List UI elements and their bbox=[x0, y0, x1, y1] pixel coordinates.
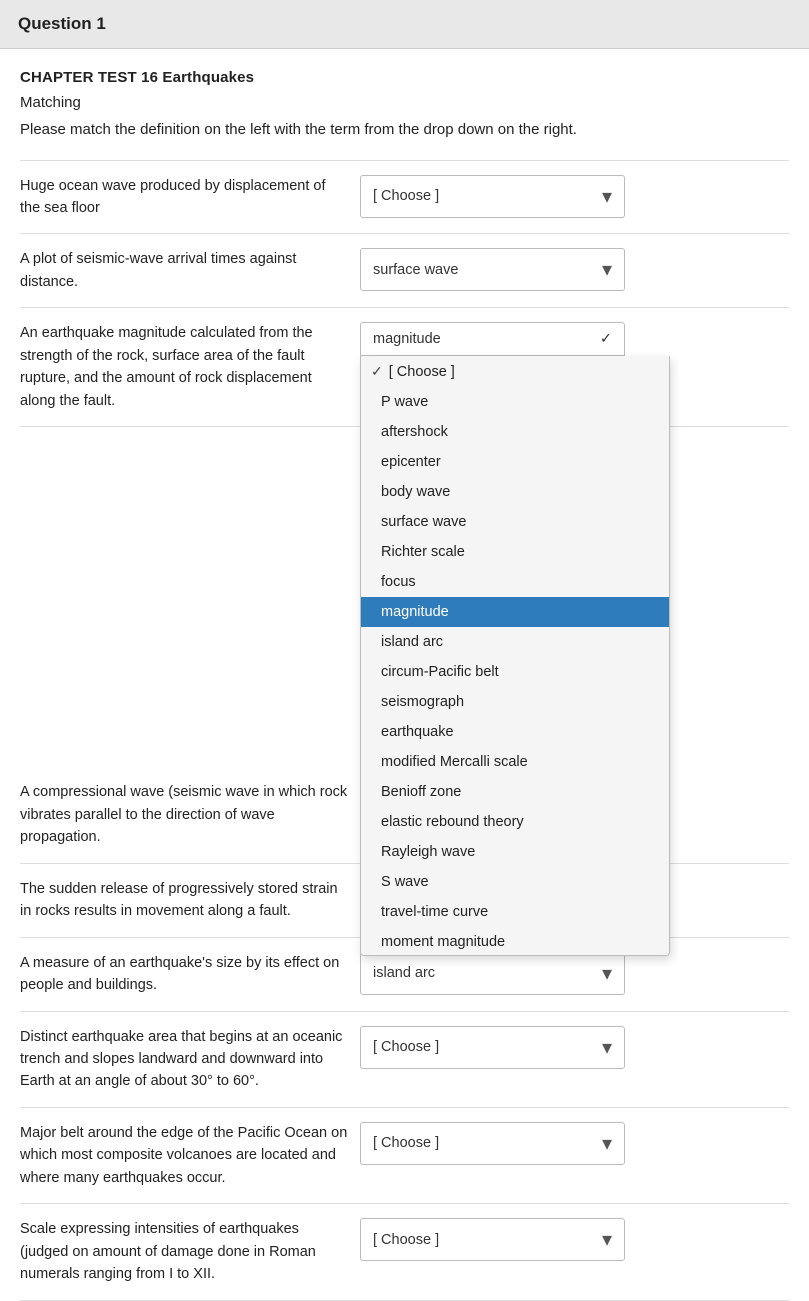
dropdown-7-value: [ Choose ] bbox=[373, 1039, 439, 1055]
question-header: Question 1 bbox=[0, 0, 809, 49]
dl-item-label: travel-time curve bbox=[381, 904, 488, 920]
dl-item-moment[interactable]: moment magnitude bbox=[361, 927, 669, 956]
match-row-7: Distinct earthquake area that begins at … bbox=[20, 1012, 789, 1108]
dl-item-label: seismograph bbox=[381, 694, 464, 710]
dl-item-seismograph[interactable]: seismograph bbox=[361, 687, 669, 717]
dl-item-bodywave[interactable]: body wave bbox=[361, 477, 669, 507]
dl-item-mercalli[interactable]: modified Mercalli scale bbox=[361, 747, 669, 777]
dl-item-label: Rayleigh wave bbox=[381, 844, 475, 860]
dropdown-2-value: surface wave bbox=[373, 262, 458, 278]
select-wrapper-6: island arc ▾ bbox=[360, 952, 789, 995]
select-wrapper-7: [ Choose ] ▾ bbox=[360, 1026, 789, 1069]
definition-3: An earthquake magnitude calculated from … bbox=[20, 322, 360, 412]
dl-item-elastic[interactable]: elastic rebound theory bbox=[361, 807, 669, 837]
chevron-down-icon-7: ▾ bbox=[602, 1035, 612, 1060]
select-wrapper-9: [ Choose ] ▾ bbox=[360, 1218, 789, 1261]
definition-5: The sudden release of progressively stor… bbox=[20, 878, 360, 923]
dl-item-earthquake[interactable]: earthquake bbox=[361, 717, 669, 747]
check-icon: ✓ bbox=[371, 363, 383, 380]
select-wrapper-1: [ Choose ] ▾ bbox=[360, 175, 789, 218]
dl-item-surfacewave[interactable]: surface wave bbox=[361, 507, 669, 537]
match-row-3: An earthquake magnitude calculated from … bbox=[20, 308, 789, 427]
dropdown-3-btn[interactable]: magnitude ✓ bbox=[360, 322, 625, 356]
dropdown-2[interactable]: surface wave ▾ bbox=[360, 248, 625, 291]
dl-item-label: moment magnitude bbox=[381, 934, 505, 950]
dl-item-focus[interactable]: focus bbox=[361, 567, 669, 597]
dropdown-6[interactable]: island arc ▾ bbox=[360, 952, 625, 995]
dropdown-9[interactable]: [ Choose ] ▾ bbox=[360, 1218, 625, 1261]
dl-item-label: aftershock bbox=[381, 424, 448, 440]
match-row-9: Scale expressing intensities of earthqua… bbox=[20, 1204, 789, 1300]
definition-6: A measure of an earthquake's size by its… bbox=[20, 952, 360, 997]
dl-item-islandarc[interactable]: island arc bbox=[361, 627, 669, 657]
dl-item-aftershock[interactable]: aftershock bbox=[361, 417, 669, 447]
dropdown-6-value: island arc bbox=[373, 965, 435, 981]
dl-item-richter[interactable]: Richter scale bbox=[361, 537, 669, 567]
dl-item-label: surface wave bbox=[381, 514, 466, 530]
dl-item-label: Benioff zone bbox=[381, 784, 461, 800]
chapter-title: CHAPTER TEST 16 Earthquakes bbox=[20, 69, 789, 86]
dropdown-8[interactable]: [ Choose ] ▾ bbox=[360, 1122, 625, 1165]
dl-item-label: [ Choose ] bbox=[389, 364, 455, 380]
chevron-down-icon-3: ✓ bbox=[600, 331, 612, 347]
definition-4: A compressional wave (seismic wave in wh… bbox=[20, 781, 360, 848]
dl-item-label: magnitude bbox=[381, 604, 449, 620]
chevron-down-icon: ▾ bbox=[602, 184, 612, 209]
dl-item-rayleigh[interactable]: Rayleigh wave bbox=[361, 837, 669, 867]
definition-2: A plot of seismic-wave arrival times aga… bbox=[20, 248, 360, 293]
dl-item-traveltime[interactable]: travel-time curve bbox=[361, 897, 669, 927]
dl-item-label: earthquake bbox=[381, 724, 454, 740]
dl-item-label: island arc bbox=[381, 634, 443, 650]
chevron-down-icon-2: ▾ bbox=[602, 257, 612, 282]
instructions: Please match the definition on the left … bbox=[20, 119, 789, 142]
dl-item-label: P wave bbox=[381, 394, 428, 410]
dropdown-3-value: magnitude bbox=[373, 331, 441, 347]
chevron-down-icon-6: ▾ bbox=[602, 961, 612, 986]
match-row-8: Major belt around the edge of the Pacifi… bbox=[20, 1108, 789, 1204]
chevron-down-icon-9: ▾ bbox=[602, 1227, 612, 1252]
dropdown-3-list: ✓ [ Choose ] P wave aftershock epicenter… bbox=[360, 356, 670, 956]
definition-1: Huge ocean wave produced by displacement… bbox=[20, 175, 360, 220]
dropdown-1[interactable]: [ Choose ] ▾ bbox=[360, 175, 625, 218]
dl-item-label: elastic rebound theory bbox=[381, 814, 524, 830]
dl-item-label: epicenter bbox=[381, 454, 441, 470]
matching-label: Matching bbox=[20, 94, 789, 111]
dl-item-magnitude[interactable]: magnitude bbox=[361, 597, 669, 627]
dl-item-pwave[interactable]: P wave bbox=[361, 387, 669, 417]
dl-item-swave[interactable]: S wave bbox=[361, 867, 669, 897]
definition-7: Distinct earthquake area that begins at … bbox=[20, 1026, 360, 1093]
dl-item-label: circum-Pacific belt bbox=[381, 664, 499, 680]
dl-item-label: body wave bbox=[381, 484, 450, 500]
definition-8: Major belt around the edge of the Pacifi… bbox=[20, 1122, 360, 1189]
chevron-down-icon-8: ▾ bbox=[602, 1131, 612, 1156]
dl-item-benioff[interactable]: Benioff zone bbox=[361, 777, 669, 807]
select-wrapper-3: magnitude ✓ ✓ [ Choose ] P wave aftersho… bbox=[360, 322, 789, 356]
dl-item-label: Richter scale bbox=[381, 544, 465, 560]
dl-item-label: focus bbox=[381, 574, 416, 590]
dl-item-choose[interactable]: ✓ [ Choose ] bbox=[361, 356, 669, 387]
dl-item-label: S wave bbox=[381, 874, 429, 890]
dropdown-8-value: [ Choose ] bbox=[373, 1135, 439, 1151]
dropdown-1-value: [ Choose ] bbox=[373, 188, 439, 204]
dl-item-epicenter[interactable]: epicenter bbox=[361, 447, 669, 477]
header-title: Question 1 bbox=[18, 14, 106, 33]
dl-item-label: modified Mercalli scale bbox=[381, 754, 528, 770]
definition-9: Scale expressing intensities of earthqua… bbox=[20, 1218, 360, 1285]
dl-item-circum[interactable]: circum-Pacific belt bbox=[361, 657, 669, 687]
select-wrapper-8: [ Choose ] ▾ bbox=[360, 1122, 789, 1165]
select-wrapper-2: surface wave ▾ bbox=[360, 248, 789, 291]
dropdown-9-value: [ Choose ] bbox=[373, 1232, 439, 1248]
match-row-1: Huge ocean wave produced by displacement… bbox=[20, 161, 789, 235]
dropdown-7[interactable]: [ Choose ] ▾ bbox=[360, 1026, 625, 1069]
dropdown-open-wrapper-3: magnitude ✓ ✓ [ Choose ] P wave aftersho… bbox=[360, 322, 625, 356]
match-row-2: A plot of seismic-wave arrival times aga… bbox=[20, 234, 789, 308]
